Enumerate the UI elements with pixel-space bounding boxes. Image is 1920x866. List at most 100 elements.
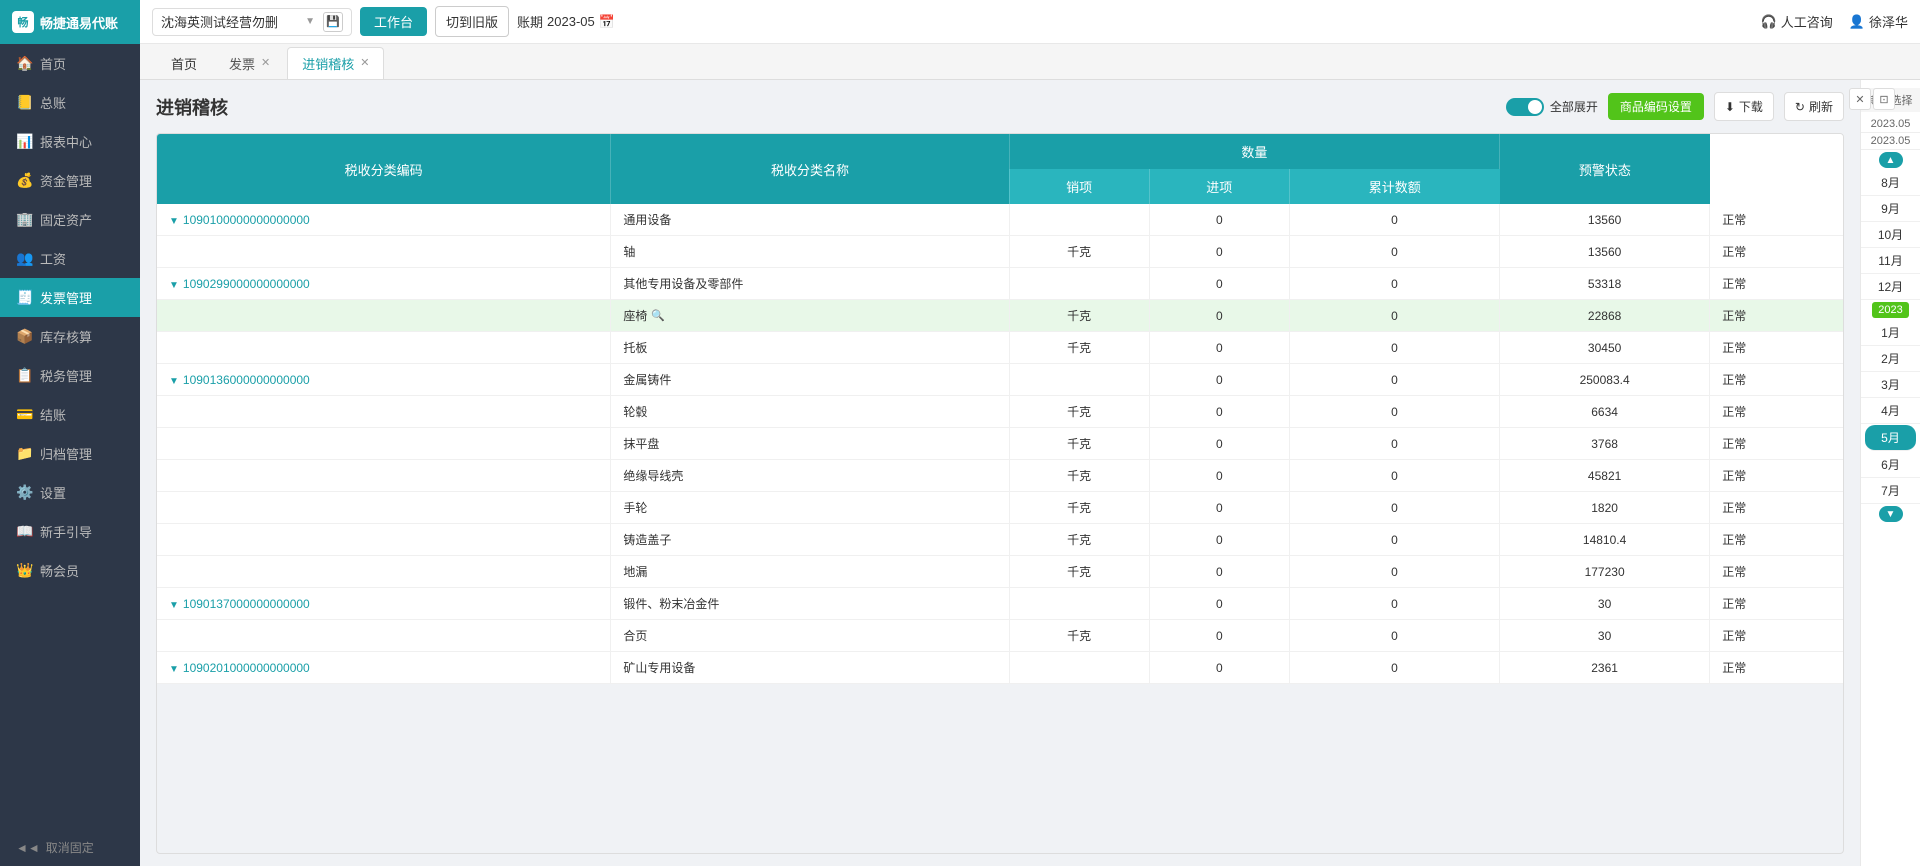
tab-home[interactable]: 首页 [156,47,212,79]
row-status: 正常 [1710,460,1843,492]
period-5-active[interactable]: 5月 [1865,425,1916,451]
sidebar-item-畅会员[interactable]: 👑畅会员 [0,551,140,590]
sidebar-item-报表中心[interactable]: 📊报表中心 [0,122,140,161]
row-total: 250083.4 [1500,364,1710,396]
row-code: ▼1090299000000000000 [157,268,611,300]
period-7[interactable]: 7月 [1861,478,1920,504]
row-code [157,300,611,332]
expand-panel-button[interactable]: ⊡ [1873,88,1895,110]
table-row: 绝缘导线壳 千克 0 0 45821 正常 [157,460,1843,492]
main-area: 沈海英测试经营勿删 ▼ 💾 工作台 切到旧版 账期 2023-05 📅 🎧 人工… [140,0,1920,866]
period-2[interactable]: 2月 [1861,346,1920,372]
collapse-icon[interactable]: ▼ [169,216,179,227]
sidebar-item-发票管理[interactable]: 🧾发票管理 [0,278,140,317]
table-row: ▼1090100000000000000 通用设备 0 0 13560 正常 [157,204,1843,236]
sidebar-label-1: 总账 [40,93,66,112]
company-selector[interactable]: 沈海英测试经营勿删 ▼ 💾 [152,8,352,36]
row-name: 矿山专用设备 [611,652,1009,684]
row-status: 正常 [1710,332,1843,364]
expand-toggle[interactable]: 全部展开 [1506,98,1598,116]
row-unit: 千克 [1009,428,1149,460]
tab-invoice[interactable]: 发票 ✕ [214,47,285,79]
row-total: 45821 [1500,460,1710,492]
sidebar-icon-9: 💳 [16,406,32,423]
row-code [157,460,611,492]
scroll-down-button[interactable]: ▼ [1879,506,1903,522]
row-sales: 0 [1149,588,1289,620]
row-sales: 0 [1149,556,1289,588]
refresh-icon: ↻ [1795,100,1805,114]
period-row1: 2023.05 [1861,116,1920,133]
sidebar-item-税务管理[interactable]: 📋税务管理 [0,356,140,395]
collapse-icon[interactable]: ▼ [169,376,179,387]
sidebar-icon-5: 👥 [16,250,32,267]
download-button[interactable]: ⬇ 下载 [1714,92,1774,121]
sidebar-item-固定资产[interactable]: 🏢固定资产 [0,200,140,239]
row-status: 正常 [1710,236,1843,268]
user-name: 徐泽华 [1869,12,1908,31]
row-name: 绝缘导线壳 [611,460,1009,492]
sidebar-item-库存核算[interactable]: 📦 库存核算 [0,317,140,356]
refresh-label: 刷新 [1809,98,1833,115]
sidebar-label-7: 库存核算 [40,327,92,346]
period-9[interactable]: 9月 [1861,196,1920,222]
period-12[interactable]: 12月 [1861,274,1920,300]
row-status: 正常 [1710,652,1843,684]
row-status: 正常 [1710,428,1843,460]
download-label: 下载 [1739,98,1763,115]
period-10[interactable]: 10月 [1861,222,1920,248]
tab-invoice-close[interactable]: ✕ [261,58,270,69]
row-total: 13560 [1500,204,1710,236]
sidebar-item-结账[interactable]: 💳结账 [0,395,140,434]
row-unit: 千克 [1009,236,1149,268]
row-code: ▼1090100000000000000 [157,204,611,236]
period-8[interactable]: 8月 [1861,170,1920,196]
sidebar-item-工资[interactable]: 👥工资 [0,239,140,278]
sidebar-item-新手引导[interactable]: 📖新手引导 [0,512,140,551]
period-3[interactable]: 3月 [1861,372,1920,398]
sidebar-footer[interactable]: ◄◄ 取消固定 [0,829,140,866]
sidebar-item-资金管理[interactable]: 💰资金管理 [0,161,140,200]
row-total: 14810.4 [1500,524,1710,556]
calendar-icon[interactable]: 📅 [599,14,615,30]
user-profile[interactable]: 👤 徐泽华 [1849,12,1908,31]
collapse-icon[interactable]: ▼ [169,664,179,675]
row-total: 53318 [1500,268,1710,300]
period-4[interactable]: 4月 [1861,398,1920,424]
product-code-button[interactable]: 商品编码设置 [1608,93,1704,120]
period-11[interactable]: 11月 [1861,248,1920,274]
service-button[interactable]: 🎧 人工咨询 [1761,12,1833,31]
switch-track[interactable] [1506,98,1544,116]
row-name: 铸造盖子 [611,524,1009,556]
tab-reconcile[interactable]: 进销稽核 ✕ [287,47,384,79]
close-panel-button[interactable]: ✕ [1849,88,1871,110]
content-main: 进销稽核 全部展开 商品编码设置 ⬇ 下载 ↻ 刷 [140,80,1860,866]
sidebar-item-首页[interactable]: 🏠首页 [0,44,140,83]
data-table-wrapper: 税收分类编码 税收分类名称 数量 预警状态 销项 进项 累计数额 ▼1090 [156,133,1844,854]
period-6[interactable]: 6月 [1861,452,1920,478]
row-purchase: 0 [1289,428,1499,460]
row-code [157,332,611,364]
sidebar-item-设置[interactable]: ⚙️设置 [0,473,140,512]
row-purchase: 0 [1289,396,1499,428]
collapse-icon[interactable]: ▼ [169,600,179,611]
workbench-button[interactable]: 工作台 [360,7,427,36]
row-sales: 0 [1149,300,1289,332]
sidebar-icon-7: 📦 [16,328,32,345]
collapse-icon[interactable]: ▼ [169,280,179,291]
tab-reconcile-close[interactable]: ✕ [360,58,369,69]
period-1[interactable]: 1月 [1861,320,1920,346]
scroll-up-button[interactable]: ▲ [1879,152,1903,168]
company-dropdown-icon: ▼ [305,16,315,27]
sidebar-icon-12: 📖 [16,523,32,540]
switch-old-button[interactable]: 切到旧版 [435,6,509,37]
tab-invoice-label: 发票 [229,54,255,73]
row-total: 2361 [1500,652,1710,684]
year-label-2023[interactable]: 2023 [1872,302,1908,318]
row-code [157,236,611,268]
refresh-button[interactable]: ↻ 刷新 [1784,92,1844,121]
row-search-icon[interactable]: 🔍 [651,309,665,322]
sidebar-item-总账[interactable]: 📒总账 [0,83,140,122]
sidebar-item-归档管理[interactable]: 📁归档管理 [0,434,140,473]
topbar: 沈海英测试经营勿删 ▼ 💾 工作台 切到旧版 账期 2023-05 📅 🎧 人工… [140,0,1920,44]
